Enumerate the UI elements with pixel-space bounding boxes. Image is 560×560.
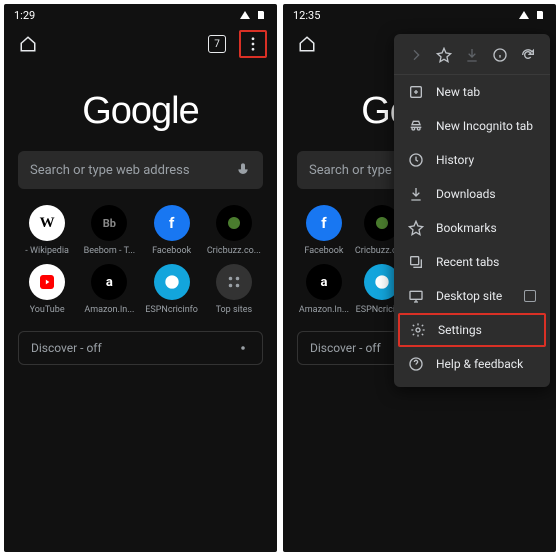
status-icons <box>518 9 546 21</box>
shortcut-item[interactable]: YouTube <box>18 264 76 315</box>
shortcut-label: ESPNcricinfo <box>145 305 198 315</box>
shortcut-item[interactable]: a Amazon.In... <box>80 264 138 315</box>
menu-item-bookmarks[interactable]: Bookmarks <box>394 211 550 245</box>
history-icon <box>408 152 424 168</box>
shortcut-icon: W <box>29 205 65 241</box>
recent-icon <box>408 254 424 270</box>
download-icon[interactable] <box>463 46 481 64</box>
shortcut-item[interactable]: f Facebook <box>297 205 351 256</box>
desktop-icon <box>408 288 424 304</box>
menu-item-label: New tab <box>436 85 480 99</box>
discover-row[interactable]: Discover - off <box>18 331 263 365</box>
more-menu-button[interactable] <box>239 30 267 58</box>
status-bar: 1:29 <box>4 4 277 26</box>
incognito-icon <box>408 118 424 134</box>
google-logo: Google <box>4 90 277 133</box>
home-icon[interactable] <box>14 30 42 58</box>
forward-icon[interactable] <box>407 46 425 64</box>
menu-items: New tab New Incognito tab History Downloads… <box>394 75 550 381</box>
menu-item-new-incognito-tab[interactable]: New Incognito tab <box>394 109 550 143</box>
menu-item-label: Recent tabs <box>436 255 499 269</box>
shortcut-label: Facebook <box>152 246 191 256</box>
shortcut-item[interactable]: Cricbuzz.co... <box>205 205 263 256</box>
status-time: 1:29 <box>14 9 35 22</box>
tabs-button[interactable]: 7 <box>203 30 231 58</box>
info-icon[interactable] <box>491 46 509 64</box>
menu-item-settings[interactable]: Settings <box>398 313 546 347</box>
shortcut-icon <box>216 264 252 300</box>
shortcut-icon: a <box>306 264 342 300</box>
shortcut-label: Beebom - T... <box>84 246 136 256</box>
shortcut-item[interactable]: a Amazon.In... <box>297 264 351 315</box>
shortcut-item[interactable]: Top sites <box>205 264 263 315</box>
shortcut-label: Amazon.In... <box>299 305 349 315</box>
menu-top-row <box>394 40 550 75</box>
discover-label: Discover - off <box>31 341 236 355</box>
help-icon <box>408 356 424 372</box>
status-time: 12:35 <box>293 9 320 22</box>
shortcut-icon: Bb <box>91 205 127 241</box>
shortcut-icon <box>29 264 65 300</box>
status-icons <box>239 9 267 21</box>
menu-item-history[interactable]: History <box>394 143 550 177</box>
shortcut-item[interactable]: Bb Beebom - T... <box>80 205 138 256</box>
star-icon[interactable] <box>435 46 453 64</box>
shortcut-icon <box>154 264 190 300</box>
plus-icon <box>408 84 424 100</box>
shortcut-item[interactable]: ESPNcricinfo <box>143 264 201 315</box>
star-icon <box>408 220 424 236</box>
menu-item-label: New Incognito tab <box>436 119 533 133</box>
menu-item-downloads[interactable]: Downloads <box>394 177 550 211</box>
shortcut-label: YouTube <box>30 305 65 315</box>
shortcut-icon: f <box>306 205 342 241</box>
menu-item-label: Settings <box>438 323 482 337</box>
toolbar: 7 <box>4 26 277 62</box>
shortcut-label: Amazon.In... <box>84 305 134 315</box>
shortcut-icon: a <box>91 264 127 300</box>
shortcut-label: Top sites <box>216 305 253 315</box>
home-icon[interactable] <box>293 30 321 58</box>
menu-item-new-tab[interactable]: New tab <box>394 75 550 109</box>
menu-item-desktop-site[interactable]: Desktop site <box>394 279 550 313</box>
checkbox[interactable] <box>524 290 536 302</box>
shortcut-label: Facebook <box>304 246 343 256</box>
gear-icon <box>410 322 426 338</box>
menu-item-label: Bookmarks <box>436 221 497 235</box>
shortcut-item[interactable]: W - Wikipedia <box>18 205 76 256</box>
menu-item-label: Desktop site <box>436 289 502 303</box>
search-box[interactable]: Search or type web address <box>18 151 263 189</box>
shortcut-item[interactable]: f Facebook <box>143 205 201 256</box>
phone-left: 1:29 7 Google Search or type web address… <box>4 4 277 552</box>
reload-icon[interactable] <box>519 46 537 64</box>
shortcut-label: - Wikipedia <box>25 246 69 256</box>
menu-item-label: Downloads <box>436 187 496 201</box>
phone-right: 12:35 Google Search or type web address … <box>283 4 556 552</box>
status-bar: 12:35 <box>283 4 556 26</box>
menu-item-label: Help & feedback <box>436 357 523 371</box>
shortcut-icon <box>216 205 252 241</box>
search-placeholder: Search or type web address <box>30 163 235 178</box>
menu-item-help-feedback[interactable]: Help & feedback <box>394 347 550 381</box>
shortcut-label: Cricbuzz.co... <box>207 246 261 256</box>
gear-icon[interactable] <box>236 341 250 355</box>
mic-icon[interactable] <box>235 162 251 178</box>
shortcut-icon: f <box>154 205 190 241</box>
shortcuts-grid-left: W - Wikipedia Bb Beebom - T... f Facebook Cric… <box>4 189 277 327</box>
download-icon <box>408 186 424 202</box>
overflow-menu: New tab New Incognito tab History Downloads… <box>394 34 550 387</box>
menu-item-label: History <box>436 153 474 167</box>
menu-item-recent-tabs[interactable]: Recent tabs <box>394 245 550 279</box>
